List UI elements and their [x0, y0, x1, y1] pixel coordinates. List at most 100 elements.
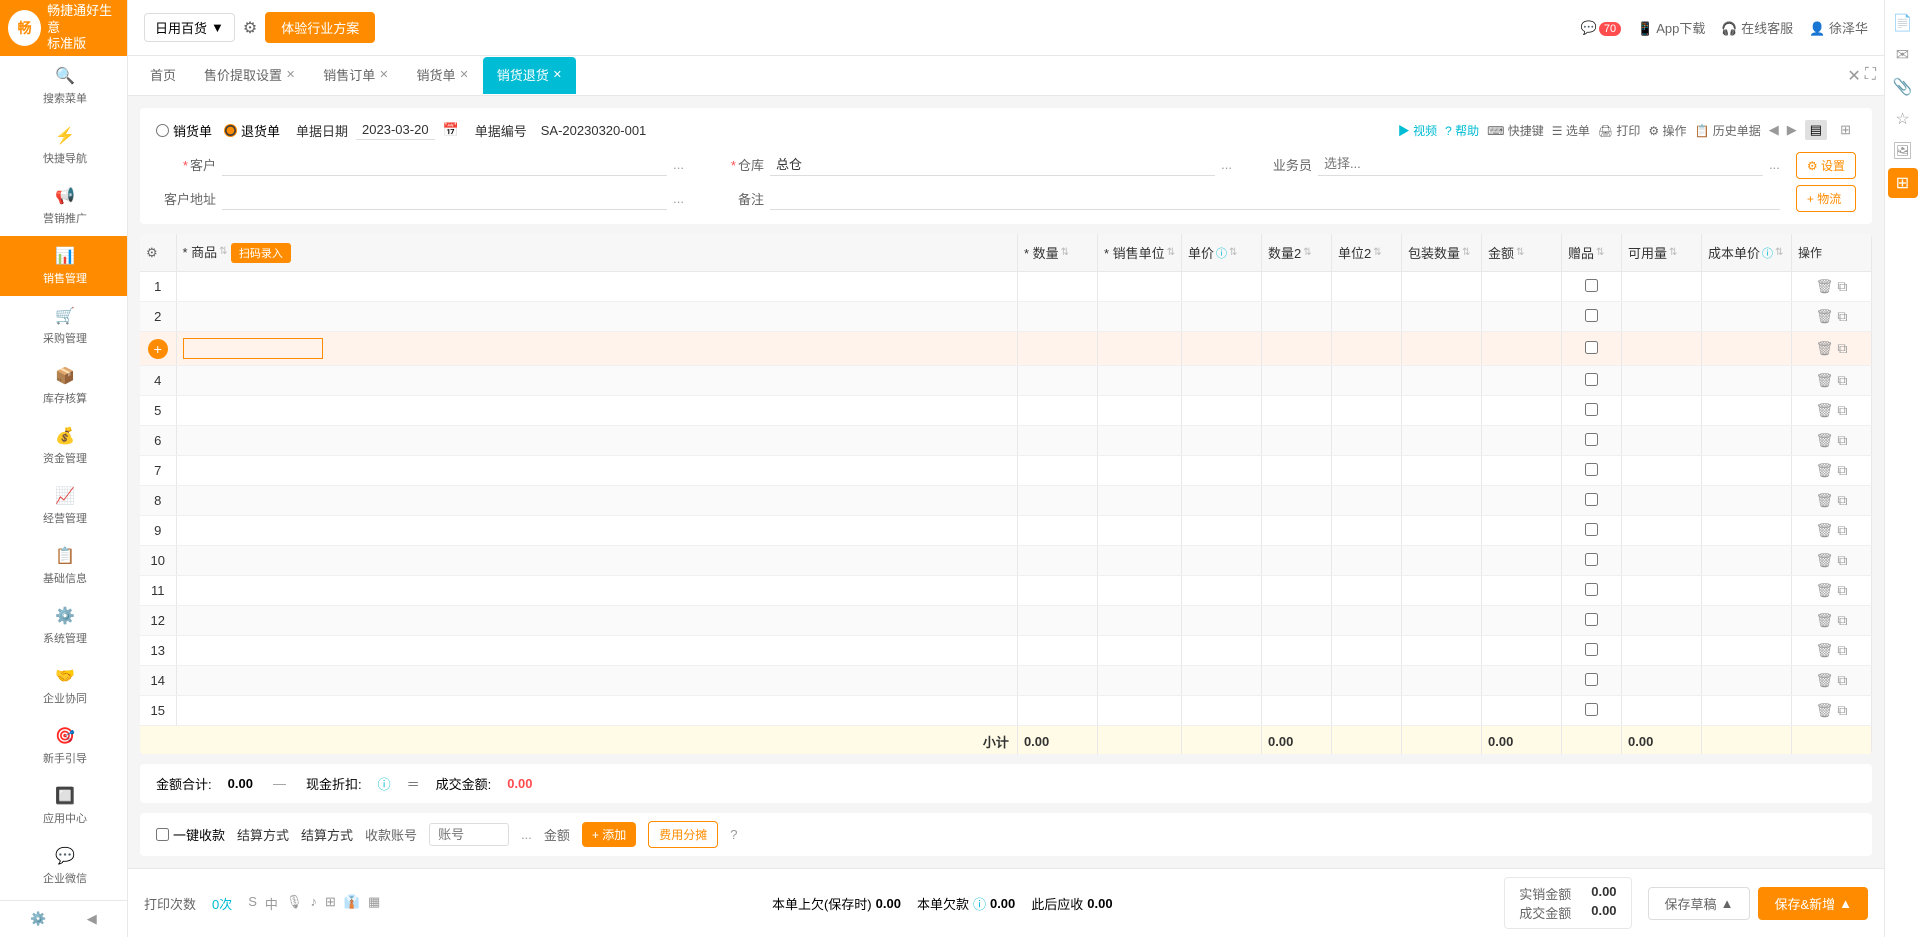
- price-cell-7[interactable]: [1182, 456, 1262, 486]
- view-toggle-2[interactable]: ⊞: [1835, 120, 1856, 140]
- history-btn[interactable]: 📋 历史单据: [1695, 122, 1761, 139]
- sidebar-item-enterprise[interactable]: 🤝企业协同: [0, 656, 127, 716]
- sidebar-item-marketing[interactable]: 📢营销推广: [0, 176, 127, 236]
- gift-checkbox-11[interactable]: [1585, 583, 1598, 596]
- radio-sales[interactable]: 销货单: [156, 121, 212, 140]
- unit2-cell-11[interactable]: [1332, 576, 1402, 606]
- product-cell-13[interactable]: [176, 636, 1017, 666]
- rp-mail-icon[interactable]: ✉: [1888, 40, 1918, 70]
- qty-cell-3[interactable]: [1017, 332, 1097, 366]
- debt-icon[interactable]: ⓘ: [973, 894, 986, 913]
- amount-cell-2[interactable]: [1482, 302, 1562, 332]
- rp-star-icon[interactable]: ☆: [1888, 104, 1918, 134]
- unit2-cell-9[interactable]: [1332, 516, 1402, 546]
- price-cell-2[interactable]: [1182, 302, 1262, 332]
- qty-cell-15[interactable]: [1017, 696, 1097, 726]
- unit2-cell-7[interactable]: [1332, 456, 1402, 486]
- product-cell-9[interactable]: [176, 516, 1017, 546]
- product-cell-8[interactable]: [176, 486, 1017, 516]
- avail-cell-1[interactable]: [1622, 272, 1702, 302]
- note-input[interactable]: [770, 186, 1780, 210]
- price-cell-12[interactable]: [1182, 606, 1262, 636]
- tab-sales[interactable]: 销货单✕: [402, 57, 482, 94]
- gift-cell-14[interactable]: [1562, 666, 1622, 696]
- product-cell-14[interactable]: [176, 666, 1017, 696]
- rp-attach-icon[interactable]: 📎: [1888, 72, 1918, 102]
- tool-2[interactable]: 中: [265, 894, 278, 913]
- calendar-icon[interactable]: 📅: [443, 122, 459, 138]
- qty2-cell-5[interactable]: [1262, 396, 1332, 426]
- sidebar-item-finance[interactable]: 💰资金管理: [0, 416, 127, 476]
- qty2-cell-3[interactable]: [1262, 332, 1332, 366]
- warehouse-input[interactable]: [770, 152, 1215, 176]
- unit-cell-3[interactable]: [1097, 332, 1181, 366]
- unit2-cell-15[interactable]: [1332, 696, 1402, 726]
- sidebar-item-apps[interactable]: 🔲应用中心: [0, 776, 127, 836]
- unit-cell-15[interactable]: [1097, 696, 1181, 726]
- gift-checkbox-5[interactable]: [1585, 403, 1598, 416]
- tab-sales_return[interactable]: 销货退货✕: [483, 57, 576, 94]
- qty2-cell-1[interactable]: [1262, 272, 1332, 302]
- unit-cell-11[interactable]: [1097, 576, 1181, 606]
- save-draft-btn[interactable]: 保存草稿 ▲: [1648, 887, 1751, 920]
- discount-info[interactable]: ⓘ: [378, 774, 391, 793]
- avail-cell-7[interactable]: [1622, 456, 1702, 486]
- amount-cell-12[interactable]: [1482, 606, 1562, 636]
- avail-cell-8[interactable]: [1622, 486, 1702, 516]
- avail-cell-2[interactable]: [1622, 302, 1702, 332]
- unit-cell-6[interactable]: [1097, 426, 1181, 456]
- pack-cell-1[interactable]: [1402, 272, 1482, 302]
- video-btn[interactable]: ▶ 视频: [1398, 122, 1437, 139]
- gift-cell-15[interactable]: [1562, 696, 1622, 726]
- cost-cell-13[interactable]: [1702, 636, 1792, 666]
- product-cell-11[interactable]: [176, 576, 1017, 606]
- copy-icon-13[interactable]: ⧉: [1837, 642, 1847, 659]
- copy-icon-4[interactable]: ⧉: [1837, 372, 1847, 389]
- amount-cell-11[interactable]: [1482, 576, 1562, 606]
- copy-icon-2[interactable]: ⧉: [1837, 308, 1847, 325]
- price-cell-4[interactable]: [1182, 366, 1262, 396]
- copy-icon-15[interactable]: ⧉: [1837, 702, 1847, 719]
- unit-cell-4[interactable]: [1097, 366, 1181, 396]
- rp-active-icon[interactable]: ⊞: [1888, 168, 1918, 198]
- expense-split-btn[interactable]: 费用分摊: [648, 821, 718, 848]
- app-download-link[interactable]: 📱 App下载: [1637, 18, 1705, 37]
- close-window-icon[interactable]: ✕: [1847, 66, 1860, 86]
- amount-cell-15[interactable]: [1482, 696, 1562, 726]
- logistics-side-btn[interactable]: + 物流: [1796, 185, 1856, 212]
- unit-cell-8[interactable]: [1097, 486, 1181, 516]
- qty2-cell-14[interactable]: [1262, 666, 1332, 696]
- cost-cell-4[interactable]: [1702, 366, 1792, 396]
- amount-cell-5[interactable]: [1482, 396, 1562, 426]
- unit-cell-7[interactable]: [1097, 456, 1181, 486]
- avail-cell-14[interactable]: [1622, 666, 1702, 696]
- qty2-cell-13[interactable]: [1262, 636, 1332, 666]
- radio-return[interactable]: 退货单: [224, 121, 280, 140]
- unit-cell-1[interactable]: [1097, 272, 1181, 302]
- account-input[interactable]: [429, 823, 509, 846]
- customer-picker[interactable]: ...: [673, 157, 684, 172]
- avail-cell-15[interactable]: [1622, 696, 1702, 726]
- sidebar-item-operations[interactable]: 📈经营管理: [0, 476, 127, 536]
- cost-cell-6[interactable]: [1702, 426, 1792, 456]
- qty2-cell-2[interactable]: [1262, 302, 1332, 332]
- delete-icon-13[interactable]: 🗑: [1816, 642, 1834, 659]
- gift-checkbox-3[interactable]: [1585, 341, 1598, 354]
- gift-cell-1[interactable]: [1562, 272, 1622, 302]
- price-cell-6[interactable]: [1182, 426, 1262, 456]
- price-cell-14[interactable]: [1182, 666, 1262, 696]
- gift-cell-2[interactable]: [1562, 302, 1622, 332]
- view-toggle-1[interactable]: ▤: [1805, 120, 1827, 140]
- price-cell-9[interactable]: [1182, 516, 1262, 546]
- tab-close-price[interactable]: ✕: [286, 68, 295, 81]
- avail-cell-4[interactable]: [1622, 366, 1702, 396]
- unit2-cell-6[interactable]: [1332, 426, 1402, 456]
- cost-cell-14[interactable]: [1702, 666, 1792, 696]
- amount-cell-7[interactable]: [1482, 456, 1562, 486]
- amount-cell-1[interactable]: [1482, 272, 1562, 302]
- avail-cell-10[interactable]: [1622, 546, 1702, 576]
- cost-cell-8[interactable]: [1702, 486, 1792, 516]
- unit2-cell-14[interactable]: [1332, 666, 1402, 696]
- rp-doc-icon[interactable]: 📄: [1888, 8, 1918, 38]
- address-input[interactable]: [222, 186, 667, 210]
